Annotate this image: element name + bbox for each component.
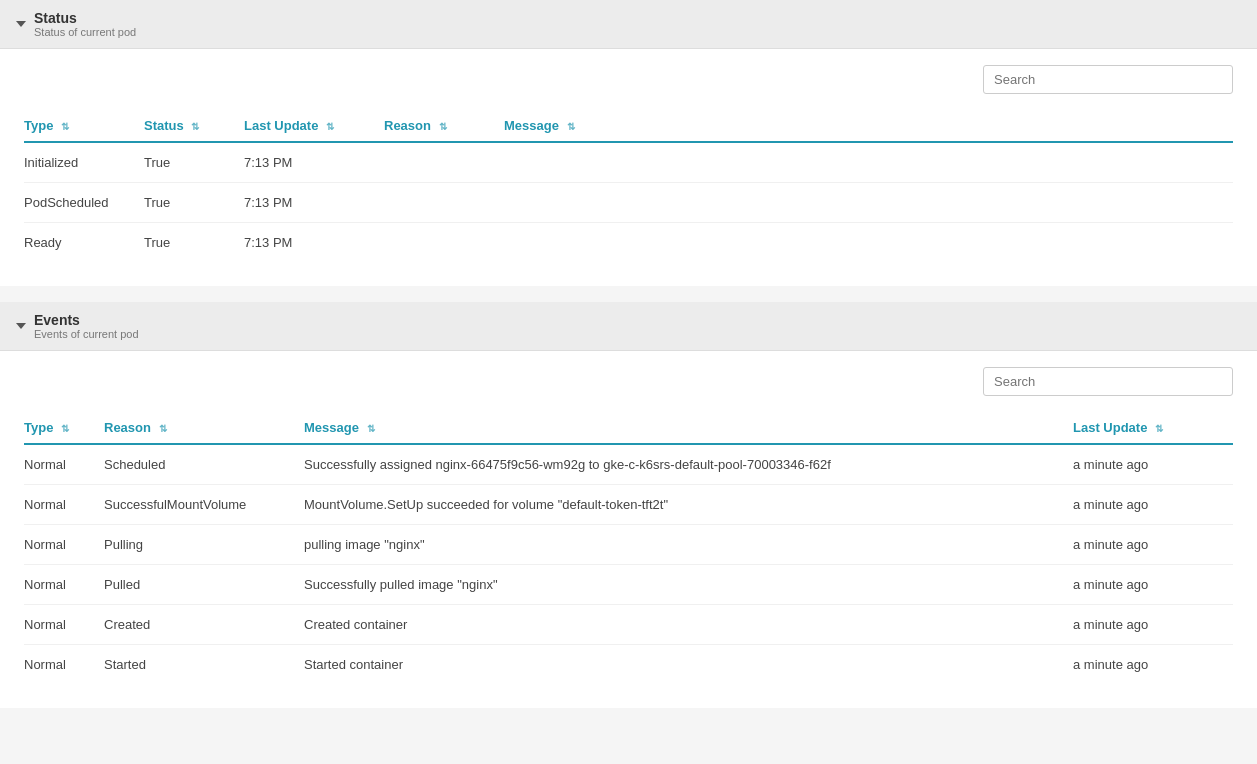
events-section-header: Events Events of current pod bbox=[0, 302, 1257, 351]
table-row: Normal Pulling pulling image "nginx" a m… bbox=[24, 525, 1233, 565]
status-type-cell: Ready bbox=[24, 223, 144, 263]
table-row: Normal Created Created container a minut… bbox=[24, 605, 1233, 645]
status-status-cell: True bbox=[144, 183, 244, 223]
status-table-head: Type ⇅ Status ⇅ Last Update ⇅ Reason ⇅ M… bbox=[24, 110, 1233, 142]
table-row: Initialized True 7:13 PM bbox=[24, 142, 1233, 183]
status-lastupdate-cell: 7:13 PM bbox=[244, 183, 384, 223]
ev-reason-sort-icon[interactable]: ⇅ bbox=[159, 423, 167, 434]
ev-type-cell: Normal bbox=[24, 485, 104, 525]
status-header-row: Type ⇅ Status ⇅ Last Update ⇅ Reason ⇅ M… bbox=[24, 110, 1233, 142]
ev-reason-cell: Pulled bbox=[104, 565, 304, 605]
ev-message-cell: MountVolume.SetUp succeeded for volume "… bbox=[304, 485, 1073, 525]
table-row: Normal Scheduled Successfully assigned n… bbox=[24, 444, 1233, 485]
status-col-message: Message ⇅ bbox=[504, 110, 1233, 142]
status-type-cell: PodScheduled bbox=[24, 183, 144, 223]
ev-lastupdate-cell: a minute ago bbox=[1073, 565, 1233, 605]
ev-lastupdate-cell: a minute ago bbox=[1073, 645, 1233, 685]
ev-reason-cell: Pulling bbox=[104, 525, 304, 565]
status-section-header: Status Status of current pod bbox=[0, 0, 1257, 49]
status-message-cell bbox=[504, 183, 1233, 223]
events-table-head: Type ⇅ Reason ⇅ Message ⇅ Last Update ⇅ bbox=[24, 412, 1233, 444]
status-sort-icon[interactable]: ⇅ bbox=[191, 121, 199, 132]
message-sort-icon[interactable]: ⇅ bbox=[567, 121, 575, 132]
events-search-input[interactable] bbox=[983, 367, 1233, 396]
ev-type-cell: Normal bbox=[24, 525, 104, 565]
ev-message-cell: Successfully assigned nginx-66475f9c56-w… bbox=[304, 444, 1073, 485]
status-reason-cell bbox=[384, 142, 504, 183]
ev-message-cell: Created container bbox=[304, 605, 1073, 645]
status-subtitle: Status of current pod bbox=[34, 26, 136, 38]
events-header-row: Type ⇅ Reason ⇅ Message ⇅ Last Update ⇅ bbox=[24, 412, 1233, 444]
events-table-body: Normal Scheduled Successfully assigned n… bbox=[24, 444, 1233, 684]
ev-message-cell: pulling image "nginx" bbox=[304, 525, 1073, 565]
status-col-reason: Reason ⇅ bbox=[384, 110, 504, 142]
ev-col-type: Type ⇅ bbox=[24, 412, 104, 444]
events-search-row bbox=[24, 367, 1233, 396]
status-col-lastupdate: Last Update ⇅ bbox=[244, 110, 384, 142]
status-lastupdate-cell: 7:13 PM bbox=[244, 142, 384, 183]
ev-message-sort-icon[interactable]: ⇅ bbox=[367, 423, 375, 434]
status-message-cell bbox=[504, 142, 1233, 183]
reason-sort-icon[interactable]: ⇅ bbox=[439, 121, 447, 132]
ev-type-cell: Normal bbox=[24, 565, 104, 605]
ev-lastupdate-sort-icon[interactable]: ⇅ bbox=[1155, 423, 1163, 434]
status-reason-cell bbox=[384, 183, 504, 223]
status-search-input[interactable] bbox=[983, 65, 1233, 94]
type-sort-icon[interactable]: ⇅ bbox=[61, 121, 69, 132]
events-header-text: Events Events of current pod bbox=[34, 312, 139, 340]
ev-col-reason: Reason ⇅ bbox=[104, 412, 304, 444]
ev-type-sort-icon[interactable]: ⇅ bbox=[61, 423, 69, 434]
ev-col-message: Message ⇅ bbox=[304, 412, 1073, 444]
ev-type-cell: Normal bbox=[24, 645, 104, 685]
ev-type-cell: Normal bbox=[24, 605, 104, 645]
status-message-cell bbox=[504, 223, 1233, 263]
events-section: Events Events of current pod Type ⇅ Reas… bbox=[0, 302, 1257, 708]
ev-message-cell: Started container bbox=[304, 645, 1073, 685]
status-search-row bbox=[24, 65, 1233, 94]
events-table: Type ⇅ Reason ⇅ Message ⇅ Last Update ⇅ … bbox=[24, 412, 1233, 684]
ev-col-lastupdate: Last Update ⇅ bbox=[1073, 412, 1233, 444]
ev-reason-cell: Created bbox=[104, 605, 304, 645]
ev-lastupdate-cell: a minute ago bbox=[1073, 605, 1233, 645]
ev-reason-cell: SuccessfulMountVolume bbox=[104, 485, 304, 525]
status-lastupdate-cell: 7:13 PM bbox=[244, 223, 384, 263]
ev-reason-cell: Started bbox=[104, 645, 304, 685]
ev-reason-cell: Scheduled bbox=[104, 444, 304, 485]
ev-lastupdate-cell: a minute ago bbox=[1073, 485, 1233, 525]
status-status-cell: True bbox=[144, 223, 244, 263]
status-title: Status bbox=[34, 10, 136, 26]
events-subtitle: Events of current pod bbox=[34, 328, 139, 340]
events-table-container: Type ⇅ Reason ⇅ Message ⇅ Last Update ⇅ … bbox=[0, 351, 1257, 708]
status-section: Status Status of current pod Type ⇅ Stat… bbox=[0, 0, 1257, 286]
ev-type-cell: Normal bbox=[24, 444, 104, 485]
lastupdate-sort-icon[interactable]: ⇅ bbox=[326, 121, 334, 132]
status-header-text: Status Status of current pod bbox=[34, 10, 136, 38]
status-table-container: Type ⇅ Status ⇅ Last Update ⇅ Reason ⇅ M… bbox=[0, 49, 1257, 286]
events-title: Events bbox=[34, 312, 139, 328]
status-table-body: Initialized True 7:13 PM PodScheduled Tr… bbox=[24, 142, 1233, 262]
status-type-cell: Initialized bbox=[24, 142, 144, 183]
status-reason-cell bbox=[384, 223, 504, 263]
status-table: Type ⇅ Status ⇅ Last Update ⇅ Reason ⇅ M… bbox=[24, 110, 1233, 262]
ev-lastupdate-cell: a minute ago bbox=[1073, 444, 1233, 485]
ev-message-cell: Successfully pulled image "nginx" bbox=[304, 565, 1073, 605]
table-row: PodScheduled True 7:13 PM bbox=[24, 183, 1233, 223]
table-row: Normal Pulled Successfully pulled image … bbox=[24, 565, 1233, 605]
table-row: Ready True 7:13 PM bbox=[24, 223, 1233, 263]
table-row: Normal SuccessfulMountVolume MountVolume… bbox=[24, 485, 1233, 525]
events-chevron-icon[interactable] bbox=[16, 323, 26, 329]
status-col-status: Status ⇅ bbox=[144, 110, 244, 142]
table-row: Normal Started Started container a minut… bbox=[24, 645, 1233, 685]
ev-lastupdate-cell: a minute ago bbox=[1073, 525, 1233, 565]
status-status-cell: True bbox=[144, 142, 244, 183]
status-col-type: Type ⇅ bbox=[24, 110, 144, 142]
status-chevron-icon[interactable] bbox=[16, 21, 26, 27]
